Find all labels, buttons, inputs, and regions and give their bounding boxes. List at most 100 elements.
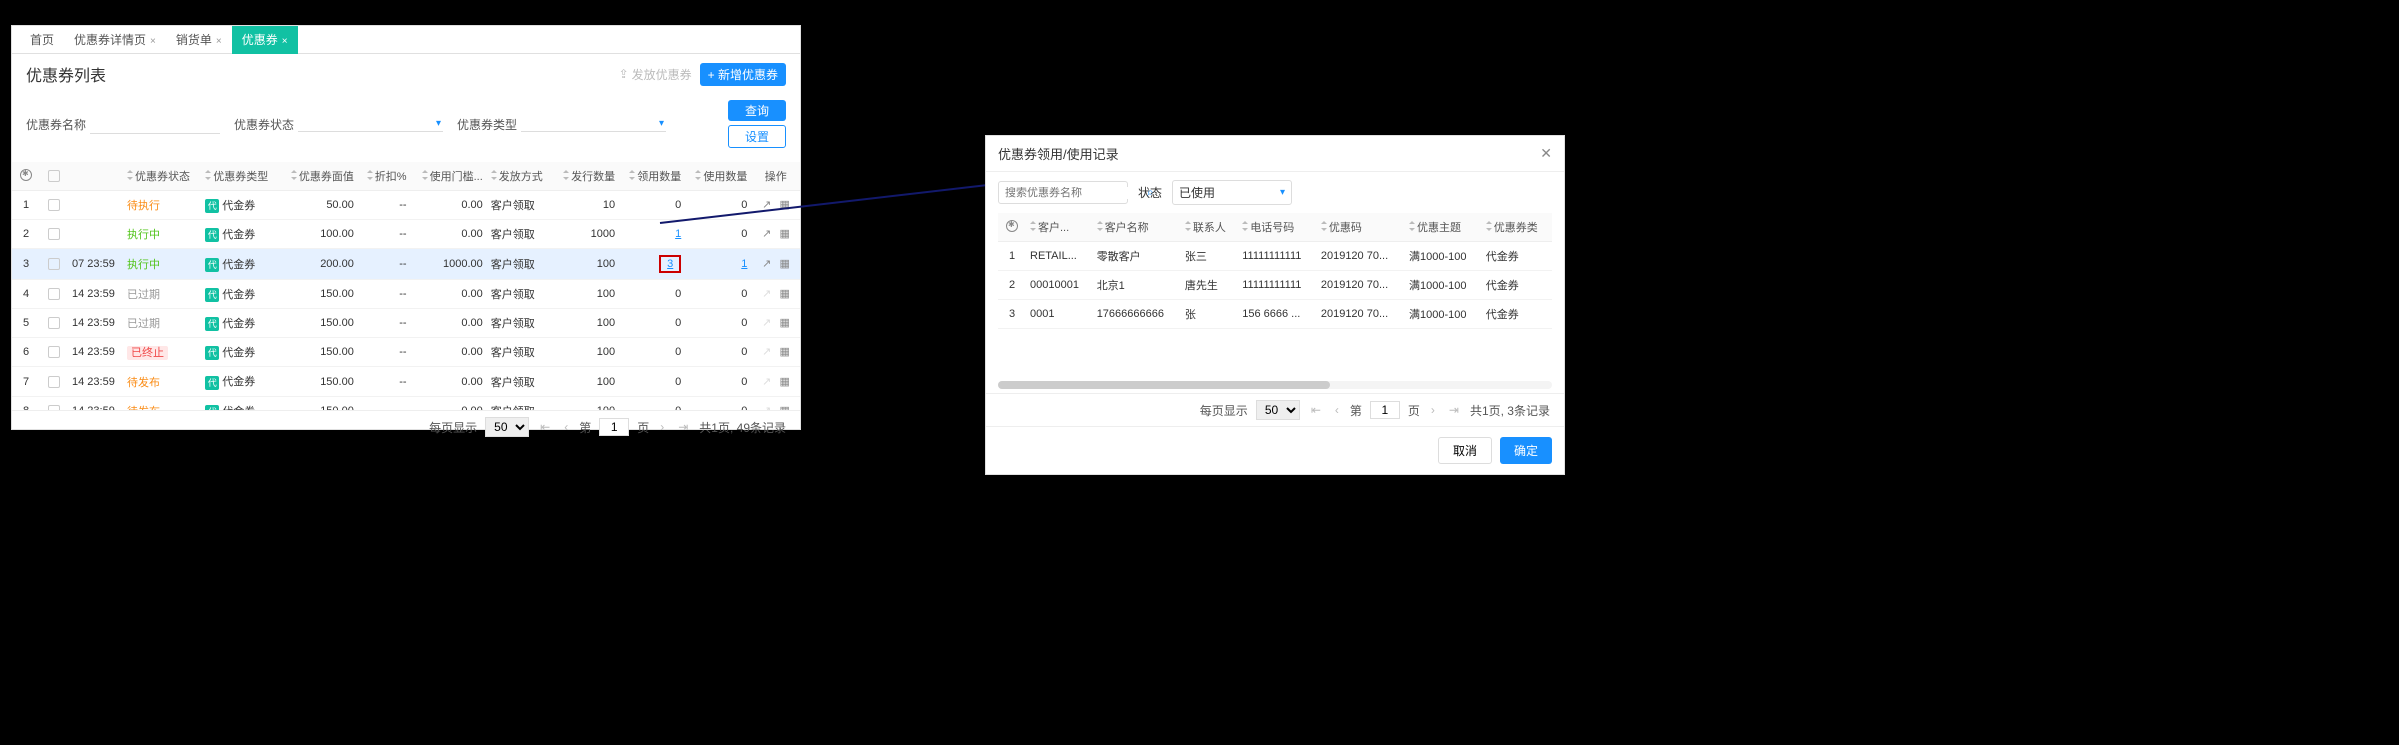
search-input[interactable] [1005, 187, 1147, 199]
m-per-select[interactable]: 50 [1256, 400, 1300, 420]
qr-icon[interactable]: ▦ [778, 227, 792, 241]
voucher-tag-icon: 代 [205, 228, 219, 242]
voucher-tag-icon: 代 [205, 258, 219, 272]
ok-button[interactable]: 确定 [1500, 437, 1552, 464]
row-checkbox[interactable] [48, 346, 60, 358]
row-checkbox[interactable] [48, 317, 60, 329]
m-first-button[interactable]: ⇤ [1308, 403, 1324, 417]
table-row[interactable]: 3000117666666666张156 6666 ...2019120 70.… [998, 300, 1552, 329]
modal-pager: 每页显示 50 ⇤ ‹ 第 页 › ⇥ 共1页, 3条记录 [986, 393, 1564, 426]
qr-icon[interactable]: ▦ [778, 287, 792, 301]
settings-button[interactable]: 设置 [728, 125, 786, 148]
page-input[interactable] [599, 418, 629, 436]
tab-首页[interactable]: 首页 [20, 26, 64, 54]
modal-status-value: 已使用 [1179, 184, 1215, 201]
sort-icon[interactable] [291, 170, 297, 180]
next-page-button[interactable]: › [657, 420, 667, 434]
qr-icon[interactable]: ▦ [778, 257, 792, 271]
sort-icon[interactable] [1321, 221, 1327, 231]
add-coupon-button[interactable]: + 新增优惠券 [700, 63, 786, 86]
sort-icon[interactable] [1242, 221, 1248, 231]
table-row[interactable]: 714 23:59待发布代代金券150.00--0.00客户领取10000↗▦ [12, 367, 800, 396]
filter-type-select[interactable]: ▾ [521, 116, 666, 132]
cancel-button[interactable]: 取消 [1438, 437, 1492, 464]
page-title: 优惠券列表 [26, 62, 106, 86]
close-icon[interactable]: ✕ [1540, 145, 1552, 162]
tab-优惠券详情页[interactable]: 优惠券详情页× [64, 26, 166, 54]
distribute-coupon-button[interactable]: ⇪ 发放优惠券 [619, 63, 692, 86]
table-row[interactable]: 200010001北京1唐先生111111111112019120 70...满… [998, 271, 1552, 300]
sort-icon[interactable] [1486, 221, 1492, 231]
horizontal-scrollbar[interactable] [998, 381, 1552, 389]
sort-icon[interactable] [367, 170, 373, 180]
sort-icon[interactable] [1030, 221, 1036, 231]
m-prev-button[interactable]: ‹ [1332, 403, 1342, 417]
close-icon[interactable]: × [150, 36, 156, 47]
table-row[interactable]: 2执行中代代金券100.00--0.00客户领取100010↗▦ [12, 220, 800, 249]
open-icon[interactable]: ↗ [760, 198, 774, 212]
table-row[interactable]: 814 23:59待发布代代金券150.00--0.00客户领取10000↗▦ [12, 396, 800, 410]
qr-icon[interactable]: ▦ [778, 375, 792, 389]
m-last-button[interactable]: ⇥ [1446, 403, 1462, 417]
row-checkbox[interactable] [48, 199, 60, 211]
sort-icon[interactable] [563, 170, 569, 180]
coupon-table: 优惠券状态 优惠券类型 优惠券面值 折扣% 使用门槛... 发放方式 发行数量 … [12, 162, 800, 410]
sort-icon[interactable] [1097, 221, 1103, 231]
table-row[interactable]: 614 23:59已终止代代金券150.00--0.00客户领取10000↗▦ [12, 338, 800, 367]
sort-icon[interactable] [1185, 221, 1191, 231]
first-page-button[interactable]: ⇤ [537, 420, 553, 434]
table-row[interactable]: 414 23:59已过期代代金券150.00--0.00客户领取10000↗▦ [12, 280, 800, 309]
tab-销货单[interactable]: 销货单× [166, 26, 232, 54]
row-checkbox[interactable] [48, 288, 60, 300]
prev-page-button[interactable]: ‹ [561, 420, 571, 434]
used-link[interactable]: 1 [741, 258, 747, 270]
qr-icon[interactable]: ▦ [778, 198, 792, 212]
close-icon[interactable]: × [282, 36, 288, 47]
claimed-link[interactable]: 3 [667, 258, 673, 270]
sort-icon[interactable] [205, 170, 211, 180]
select-all-checkbox[interactable] [48, 170, 60, 182]
gear-icon[interactable] [20, 169, 32, 181]
open-icon[interactable]: ↗ [760, 316, 774, 330]
sort-icon[interactable] [695, 170, 701, 180]
col-claimed: 领用数量 [637, 171, 681, 183]
qr-icon[interactable]: ▦ [778, 316, 792, 330]
open-icon[interactable]: ↗ [760, 227, 774, 241]
close-icon[interactable]: × [216, 36, 222, 47]
open-icon[interactable]: ↗ [760, 257, 774, 271]
last-page-button[interactable]: ⇥ [675, 420, 691, 434]
sort-icon[interactable] [1409, 221, 1415, 231]
row-checkbox[interactable] [48, 376, 60, 388]
m-page-input[interactable] [1370, 401, 1400, 419]
gear-icon[interactable] [1006, 220, 1018, 232]
per-page-select[interactable]: 50 [485, 417, 529, 437]
open-icon[interactable]: ↗ [760, 404, 774, 410]
row-checkbox[interactable] [48, 228, 60, 240]
filter-status-select[interactable]: ▾ [298, 116, 443, 132]
row-checkbox[interactable] [48, 405, 60, 410]
sort-icon[interactable] [629, 170, 635, 180]
sort-icon[interactable] [127, 170, 133, 180]
sort-icon[interactable] [491, 170, 497, 180]
open-icon[interactable]: ↗ [760, 287, 774, 301]
open-icon[interactable]: ↗ [760, 345, 774, 359]
open-icon[interactable]: ↗ [760, 375, 774, 389]
tab-优惠券[interactable]: 优惠券× [232, 26, 298, 54]
modal-title: 优惠券领用/使用记录 [998, 144, 1119, 163]
table-row[interactable]: 1待执行代代金券50.00--0.00客户领取1000↗▦ [12, 191, 800, 220]
claimed-link[interactable]: 1 [675, 228, 681, 240]
qr-icon[interactable]: ▦ [778, 404, 792, 410]
row-checkbox[interactable] [48, 258, 60, 270]
sort-icon[interactable] [422, 170, 428, 180]
qr-icon[interactable]: ▦ [778, 345, 792, 359]
search-button[interactable]: 查询 [728, 100, 786, 121]
col-face: 优惠券面值 [299, 171, 354, 183]
table-row[interactable]: 514 23:59已过期代代金券150.00--0.00客户领取10000↗▦ [12, 309, 800, 338]
table-row[interactable]: 1RETAIL...零散客户张三111111111112019120 70...… [998, 242, 1552, 271]
modal-status-select[interactable]: 已使用 ▾ [1172, 180, 1292, 205]
filter-name-input[interactable] [90, 115, 220, 134]
search-box[interactable]: ⌕ [998, 181, 1128, 204]
table-row[interactable]: 307 23:59执行中代代金券200.00--1000.00客户领取10031… [12, 249, 800, 280]
voucher-tag-icon: 代 [205, 199, 219, 213]
m-next-button[interactable]: › [1428, 403, 1438, 417]
